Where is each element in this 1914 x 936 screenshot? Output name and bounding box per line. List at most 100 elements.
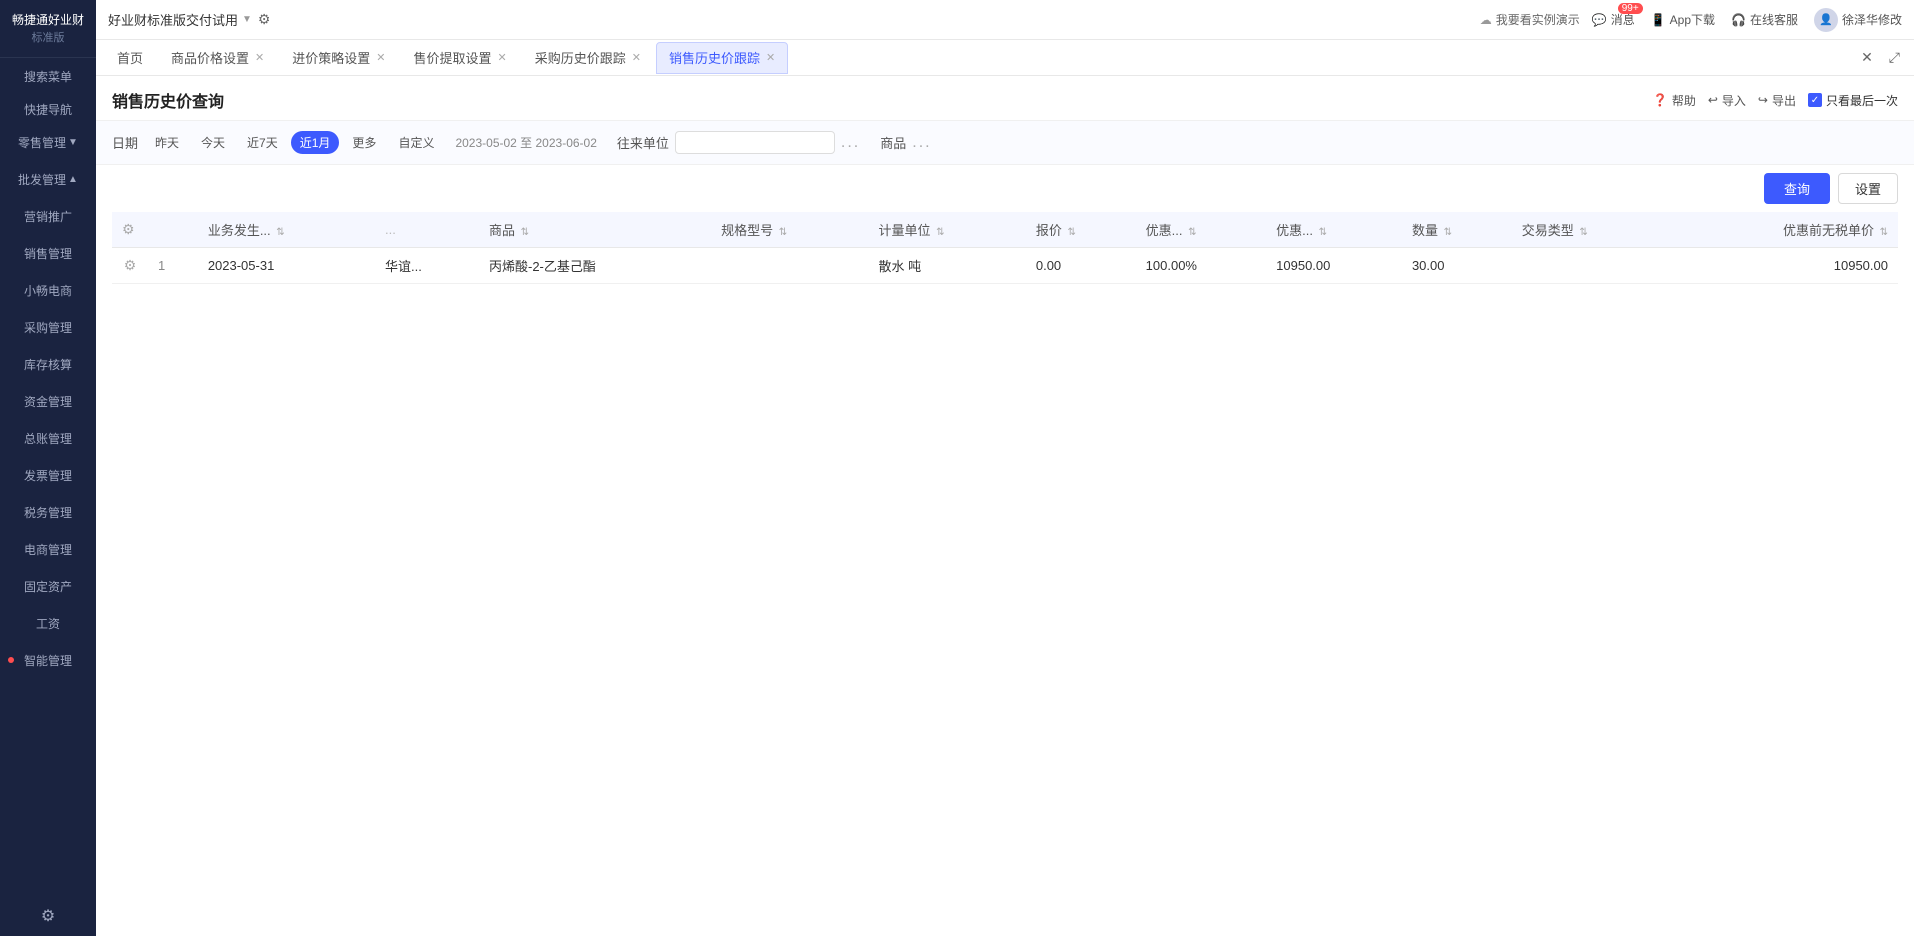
tab-close-icon[interactable]: ✕ (632, 51, 641, 64)
th-pretax-price[interactable]: 优惠前无税单价 ⇅ (1669, 212, 1898, 248)
tab-label: 首页 (117, 48, 143, 67)
th-business-date[interactable]: 业务发生... ⇅ (198, 212, 375, 248)
row-spec-cell (711, 248, 868, 284)
page: 销售历史价查询 ❓ 帮助 ↩ 导入 ↪ 导出 ✓ 只看最后一次 (96, 76, 1914, 936)
topbar-settings-icon[interactable]: ⚙ (258, 11, 271, 28)
sidebar-item-label: 批发管理 (18, 171, 66, 188)
th-price[interactable]: 报价 ⇅ (1026, 212, 1136, 248)
online-service-label: 在线客服 (1750, 11, 1798, 28)
date-btn-last7[interactable]: 近7天 (238, 131, 287, 154)
demo-label: 我要看实例演示 (1496, 11, 1580, 28)
avatar: 👤 (1814, 8, 1838, 32)
date-btn-more[interactable]: 更多 (343, 131, 385, 154)
close-window-icon[interactable]: ✕ (1855, 47, 1879, 68)
sidebar-item-payroll[interactable]: 工资 (0, 605, 96, 642)
th-spec[interactable]: 规格型号 ⇅ (711, 212, 868, 248)
tab-close-icon[interactable]: ✕ (376, 51, 385, 64)
tab-sales-history[interactable]: 销售历史价跟踪 ✕ (656, 42, 788, 74)
user-name-label: 徐泽华修改 (1842, 11, 1902, 28)
th-label: 计量单位 (878, 223, 930, 238)
help-button[interactable]: ❓ 帮助 (1653, 92, 1696, 109)
tab-label: 销售历史价跟踪 (669, 48, 760, 67)
tab-home[interactable]: 首页 (104, 42, 156, 74)
sidebar-item-tax[interactable]: 税务管理 (0, 494, 96, 531)
sidebar-item-ecommerce[interactable]: 电商管理 (0, 531, 96, 568)
th-dots-icon[interactable]: ... (385, 222, 396, 237)
tab-purchase-history[interactable]: 采购历史价跟踪 ✕ (522, 42, 654, 74)
tab-close-icon[interactable]: ✕ (498, 51, 507, 64)
messages-badge: 99+ (1618, 3, 1643, 14)
th-unit[interactable]: 计量单位 ⇅ (868, 212, 1025, 248)
th-dots[interactable]: ... (375, 212, 479, 248)
th-discount-amt[interactable]: 优惠... ⇅ (1266, 212, 1402, 248)
customer-input[interactable] (675, 131, 835, 154)
sort-icon: ⇅ (1188, 227, 1196, 238)
sidebar-search[interactable]: 搜索菜单 (0, 58, 96, 95)
row-product-cell: 丙烯酸-2-乙基己酯 (479, 248, 711, 284)
date-btn-today[interactable]: 今天 (192, 131, 234, 154)
mobile-icon: 📱 (1651, 13, 1666, 27)
app-download-label: App下载 (1670, 11, 1715, 28)
th-gear: ⚙ (112, 212, 148, 248)
import-label: 导入 (1722, 92, 1746, 109)
filter-bar: 日期 昨天 今天 近7天 近1月 更多 自定义 2023-05-02 至 202… (96, 121, 1914, 165)
sidebar-item-purchase[interactable]: 采购管理 (0, 309, 96, 346)
row-trade-type-cell (1512, 248, 1669, 284)
sidebar-item-smart[interactable]: 智能管理 (0, 642, 96, 679)
th-label: 交易类型 (1522, 223, 1574, 238)
maximize-icon[interactable]: ⤢ (1883, 47, 1906, 68)
tab-label: 进价策略设置 (292, 48, 370, 67)
product-dots-button[interactable]: ... (912, 134, 931, 152)
sidebar-item-accounting[interactable]: 总账管理 (0, 420, 96, 457)
settings-button[interactable]: 设置 (1838, 173, 1898, 204)
date-btn-yesterday[interactable]: 昨天 (146, 131, 188, 154)
tab-close-icon[interactable]: ✕ (766, 51, 775, 64)
sidebar-item-sales[interactable]: 销售管理 (0, 235, 96, 272)
sidebar-item-label: 零售管理 (18, 134, 66, 151)
tab-close-icon[interactable]: ✕ (255, 51, 264, 64)
customer-value: 华谊... (385, 259, 422, 274)
tab-sale-extract[interactable]: 售价提取设置 ✕ (400, 42, 519, 74)
row-settings-icon[interactable]: ⚙ (124, 257, 137, 273)
notification-dot (8, 657, 14, 663)
th-trade-type[interactable]: 交易类型 ⇅ (1512, 212, 1669, 248)
th-quantity[interactable]: 数量 ⇅ (1402, 212, 1512, 248)
tab-purchase-strategy[interactable]: 进价策略设置 ✕ (279, 42, 398, 74)
sidebar-item-small-ecommerce[interactable]: 小畅电商 (0, 272, 96, 309)
app-download-button[interactable]: 📱 App下载 (1651, 11, 1715, 28)
tab-price[interactable]: 商品价格设置 ✕ (158, 42, 277, 74)
th-label: 优惠... (1276, 223, 1313, 238)
th-product[interactable]: 商品 ⇅ (479, 212, 711, 248)
sidebar-item-wholesale[interactable]: 批发管理 ▲ (0, 161, 96, 198)
sidebar-item-retail[interactable]: 零售管理 ▼ (0, 124, 96, 161)
online-service-button[interactable]: 🎧 在线客服 (1731, 11, 1798, 28)
page-header: 销售历史价查询 ❓ 帮助 ↩ 导入 ↪ 导出 ✓ 只看最后一次 (96, 76, 1914, 121)
sidebar-quick-nav[interactable]: 快捷导航 (0, 95, 96, 124)
sidebar-item-invoice[interactable]: 发票管理 (0, 457, 96, 494)
sort-icon: ⇅ (521, 227, 529, 238)
headset-icon: 🎧 (1731, 13, 1746, 27)
messages-button[interactable]: 💬 消息 99+ (1592, 11, 1635, 28)
user-menu[interactable]: 👤 徐泽华修改 (1814, 8, 1902, 32)
import-button[interactable]: ↩ 导入 (1708, 92, 1746, 109)
only-last-checkbox[interactable]: ✓ 只看最后一次 (1808, 92, 1898, 109)
column-settings-icon[interactable]: ⚙ (122, 221, 135, 237)
sort-icon: ⇅ (276, 227, 284, 238)
demo-button[interactable]: ☁ 我要看实例演示 (1480, 11, 1580, 28)
sidebar-logo: 畅捷通好业财 标准版 (0, 0, 96, 58)
sort-icon: ⇅ (779, 227, 787, 238)
sort-icon: ⇅ (1444, 227, 1452, 238)
date-btn-last1m[interactable]: 近1月 (291, 131, 340, 154)
quantity-value: 30.00 (1412, 258, 1445, 273)
product-dropdown[interactable]: 好业财标准版交付试用 ▼ (108, 10, 252, 29)
settings-icon[interactable]: ⚙ (41, 908, 55, 925)
sidebar-item-marketing[interactable]: 营销推广 (0, 198, 96, 235)
query-button[interactable]: 查询 (1764, 173, 1830, 204)
export-button[interactable]: ↪ 导出 (1758, 92, 1796, 109)
customer-dots-button[interactable]: ... (841, 134, 860, 152)
sidebar-item-assets[interactable]: 固定资产 (0, 568, 96, 605)
sidebar-item-inventory[interactable]: 库存核算 (0, 346, 96, 383)
date-btn-custom[interactable]: 自定义 (389, 131, 443, 154)
sidebar-item-finance[interactable]: 资金管理 (0, 383, 96, 420)
th-discount-pct[interactable]: 优惠... ⇅ (1136, 212, 1266, 248)
